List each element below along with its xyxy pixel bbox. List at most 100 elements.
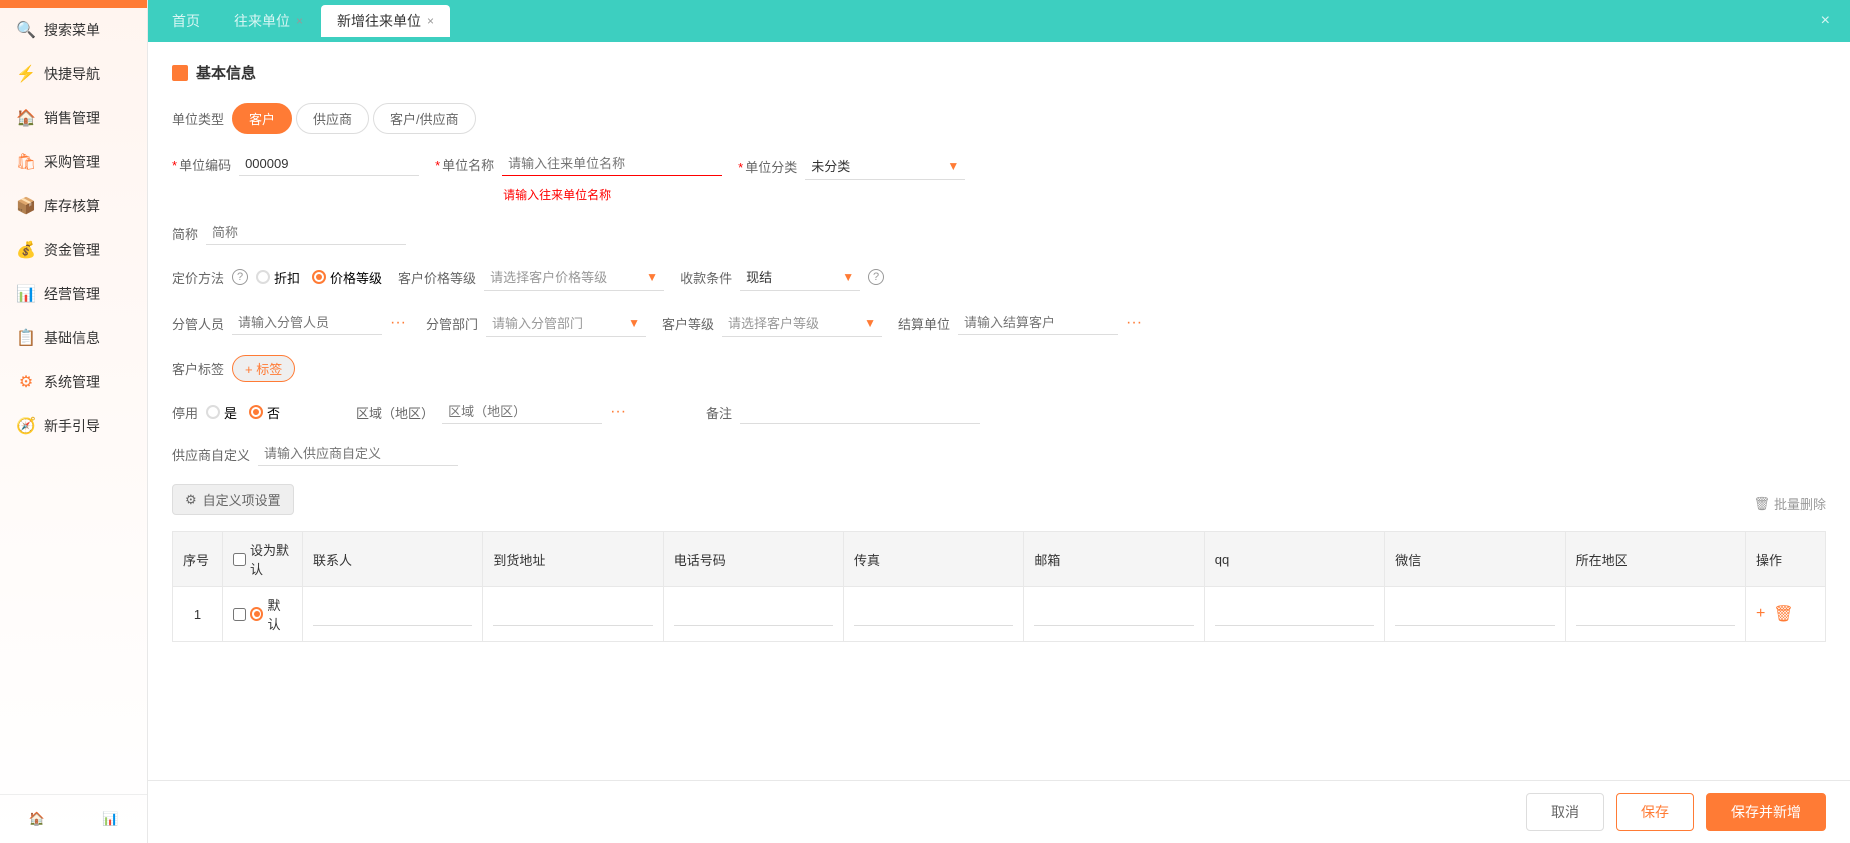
table-header-row: 序号 设为默认 联系人 到货地址 电话号码 传真 邮箱 qq — [173, 532, 1826, 587]
radio-price-level[interactable]: 价格等级 — [312, 268, 382, 287]
wechat-input[interactable] — [1395, 602, 1554, 626]
sidebar-item-label: 库存核算 — [44, 196, 100, 216]
tab-bar-close[interactable]: × — [1809, 12, 1842, 30]
quick-nav-icon: ⚡ — [16, 64, 36, 84]
region-table-input[interactable] — [1576, 602, 1735, 626]
form-content: 基本信息 单位类型 客户 供应商 客户/供应商 单位编码 单位名称 — [148, 42, 1850, 780]
tab-partners-close[interactable]: × — [296, 14, 303, 28]
tab-partners[interactable]: 往来单位 × — [218, 5, 319, 37]
unit-category-select[interactable]: 未分类 ▼ — [805, 152, 965, 180]
settlement-more-btn[interactable]: ··· — [1122, 314, 1146, 332]
td-region — [1565, 587, 1745, 642]
customer-level-dropdown-icon: ▼ — [864, 316, 876, 330]
add-row-btn[interactable]: + — [1756, 605, 1765, 623]
fax-input[interactable] — [854, 602, 1013, 626]
pricing-help-icon[interactable]: ? — [232, 269, 248, 285]
qq-input[interactable] — [1215, 602, 1375, 626]
supplier-custom-input[interactable] — [258, 442, 458, 466]
settlement-unit-input[interactable] — [958, 311, 1118, 335]
sidebar-item-finance[interactable]: 💰 资金管理 — [0, 228, 147, 272]
sidebar-item-guide[interactable]: 🧭 新手引导 — [0, 404, 147, 448]
customer-level-select[interactable]: 请选择客户等级 ▼ — [722, 309, 882, 337]
sidebar-home-icon[interactable]: 🏠 — [21, 803, 53, 835]
batch-delete-button[interactable]: 🗑 批量删除 — [1753, 494, 1826, 513]
radio-discount-circle — [256, 270, 270, 284]
phone-input[interactable] — [674, 602, 833, 626]
form-row-manager: 分管人员 ··· 分管部门 请输入分管部门 ▼ 客户等级 请选择客户等级 — [172, 309, 1826, 337]
unit-code-input[interactable] — [239, 152, 419, 176]
td-wechat — [1385, 587, 1565, 642]
default-radio[interactable]: 默认 — [250, 595, 292, 633]
sidebar-item-system[interactable]: ⚙ 系统管理 — [0, 360, 147, 404]
compass-icon: 🧭 — [16, 416, 36, 436]
unit-btn-supplier[interactable]: 供应商 — [296, 103, 369, 134]
sidebar-item-basic-info[interactable]: 📋 基础信息 — [0, 316, 147, 360]
settings-icon: ⚙ — [185, 492, 197, 508]
sidebar-item-purchase[interactable]: 🛍 采购管理 — [0, 140, 147, 184]
add-tag-button[interactable]: + 标签 — [232, 355, 295, 382]
custom-settings-button[interactable]: ⚙ 自定义项设置 — [172, 484, 294, 515]
contact-input[interactable] — [313, 602, 472, 626]
td-action: + 🗑 — [1746, 587, 1826, 642]
tab-new-partner[interactable]: 新增往来单位 × — [321, 5, 450, 37]
radio-no[interactable]: 否 — [249, 403, 280, 422]
payment-help-icon[interactable]: ? — [868, 269, 884, 285]
sidebar-item-quick-nav[interactable]: ⚡ 快捷导航 — [0, 52, 147, 96]
customer-price-level-item: 客户价格等级 请选择客户价格等级 ▼ — [398, 263, 664, 291]
supplier-custom-item: 供应商自定义 — [172, 442, 458, 466]
unit-type-buttons: 客户 供应商 客户/供应商 — [232, 103, 476, 134]
tab-home[interactable]: 首页 — [156, 5, 216, 37]
sidebar-item-label: 快捷导航 — [44, 64, 100, 84]
tab-new-partner-close[interactable]: × — [427, 14, 434, 28]
unit-btn-both[interactable]: 客户/供应商 — [373, 103, 476, 134]
manager-item: 分管人员 ··· — [172, 311, 410, 335]
sidebar-item-search[interactable]: 🔍 搜索菜单 — [0, 8, 147, 52]
trash-icon: 🗑 — [1753, 496, 1770, 512]
td-fax — [844, 587, 1024, 642]
customer-level-label: 客户等级 — [662, 314, 714, 333]
th-fax: 传真 — [844, 532, 1024, 587]
remark-input[interactable] — [740, 400, 980, 424]
search-icon: 🔍 — [16, 20, 36, 40]
radio-price-level-circle — [312, 270, 326, 284]
pricing-method-item: 定价方法 ? 折扣 价格等级 — [172, 268, 382, 287]
form-row-short-name: 简称 — [172, 221, 1826, 245]
radio-no-label: 否 — [267, 403, 280, 422]
unit-name-input[interactable] — [502, 152, 722, 176]
sidebar-item-sales[interactable]: 🏠 销售管理 — [0, 96, 147, 140]
save-button[interactable]: 保存 — [1616, 793, 1694, 831]
radio-discount[interactable]: 折扣 — [256, 268, 300, 287]
radio-yes[interactable]: 是 — [206, 403, 237, 422]
region-more-btn[interactable]: ··· — [606, 403, 630, 421]
cancel-button[interactable]: 取消 — [1526, 793, 1604, 831]
unit-btn-customer[interactable]: 客户 — [232, 103, 292, 134]
unit-name-label: 单位名称 — [435, 155, 494, 174]
delete-row-btn[interactable]: 🗑 — [1773, 604, 1793, 624]
pricing-method-label: 定价方法 — [172, 268, 224, 287]
form-row-unit-type: 单位类型 客户 供应商 客户/供应商 — [172, 103, 1826, 134]
email-input[interactable] — [1034, 602, 1193, 626]
sidebar-item-operation[interactable]: 📊 经营管理 — [0, 272, 147, 316]
row-checkbox[interactable] — [233, 608, 246, 621]
default-radio-circle — [250, 607, 263, 621]
region-input[interactable] — [442, 400, 602, 424]
sidebar-stats-icon[interactable]: 📊 — [94, 803, 126, 835]
unit-type-label: 单位类型 — [172, 109, 224, 128]
save-and-new-button[interactable]: 保存并新增 — [1706, 793, 1826, 831]
payment-terms-select[interactable]: 现结 ▼ — [740, 263, 860, 291]
manager-more-btn[interactable]: ··· — [386, 314, 410, 332]
customer-price-level-select[interactable]: 请选择客户价格等级 ▼ — [484, 263, 664, 291]
manager-input[interactable] — [232, 311, 382, 335]
department-select[interactable]: 请输入分管部门 ▼ — [486, 309, 646, 337]
sidebar-item-inventory[interactable]: 📦 库存核算 — [0, 184, 147, 228]
short-name-input[interactable] — [206, 221, 406, 245]
row-actions: + 🗑 — [1756, 604, 1815, 624]
address-input[interactable] — [493, 602, 652, 626]
custom-settings-label: 自定义项设置 — [203, 490, 281, 509]
flag-icon — [172, 65, 188, 81]
select-all-checkbox[interactable] — [233, 553, 246, 566]
box-icon: 📦 — [16, 196, 36, 216]
unit-category-item: 单位分类 未分类 ▼ — [738, 152, 965, 180]
radio-discount-label: 折扣 — [274, 268, 300, 287]
td-email — [1024, 587, 1204, 642]
